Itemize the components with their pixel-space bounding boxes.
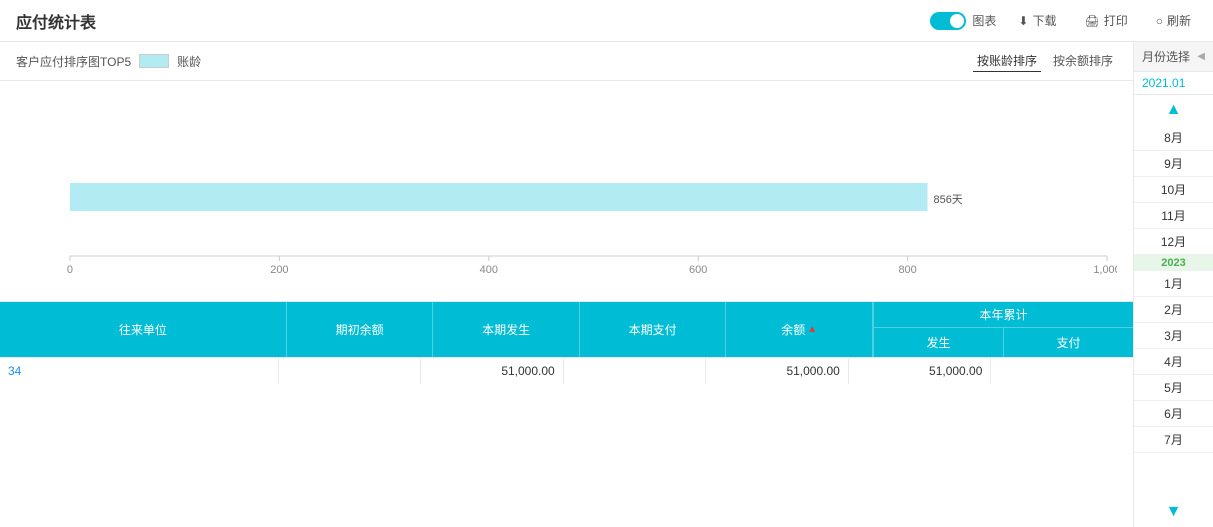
chart-toggle-label: 图表 [972, 12, 996, 29]
td-opening-balance [279, 358, 422, 384]
sidebar-month-7[interactable]: 7月 [1134, 427, 1213, 453]
th-unit: 往来单位 [0, 302, 287, 357]
print-button[interactable]: 🖨 打印 [1078, 10, 1133, 31]
td-ytd-occur: 51,000.00 [849, 358, 992, 384]
svg-text:1,000: 1,000 [1093, 264, 1117, 276]
sidebar-month-11[interactable]: 11月 [1134, 203, 1213, 229]
chart-legend: 客户应付排序图TOP5 账龄 [16, 53, 201, 70]
sidebar-month-8[interactable]: 8月 [1134, 125, 1213, 151]
td-unit: 34 [0, 358, 279, 384]
chart-canvas: 34 856天 0 200 400 [0, 81, 1133, 301]
print-icon: 🖨 [1084, 14, 1099, 28]
table-area: 往来单位 期初余额 本期发生 本期支付 余额 ▲ 本年累计 发生 支付 [0, 301, 1133, 384]
th-ytd-pay: 支付 [1004, 328, 1133, 357]
sidebar-panel: 月份选择 ◀ 2021.01 ▲ 8月 9月 10月 11月 12月 2023 … [1133, 42, 1213, 527]
sidebar-month-1[interactable]: 1月 [1134, 271, 1213, 297]
sidebar-title-label: 月份选择 [1142, 48, 1190, 65]
chart-bar [70, 183, 928, 211]
chart-toggle-wrap[interactable]: 图表 [930, 12, 996, 30]
svg-text:856天: 856天 [934, 194, 963, 206]
sort-by-balance-button[interactable]: 按余额排序 [1049, 50, 1117, 72]
th-ytd-label: 本年累计 [874, 302, 1133, 328]
th-ytd-occur: 发生 [874, 328, 1004, 357]
sidebar-collapse-icon[interactable]: ◀ [1197, 51, 1205, 62]
th-ytd-sub: 发生 支付 [874, 328, 1133, 357]
refresh-button[interactable]: ○ 刷新 [1150, 10, 1197, 31]
sidebar-year-2023: 2023 [1134, 255, 1213, 271]
sidebar-header: 月份选择 ◀ [1134, 42, 1213, 72]
legend-color-label: 账龄 [177, 53, 201, 70]
unit-link[interactable]: 34 [8, 364, 21, 378]
sidebar-month-9[interactable]: 9月 [1134, 151, 1213, 177]
month-down-button[interactable]: ▼ [1158, 501, 1190, 523]
svg-text:200: 200 [270, 264, 288, 276]
th-current-pay: 本期支付 [580, 302, 727, 357]
sidebar-month-2[interactable]: 2月 [1134, 297, 1213, 323]
balance-flag-icon: ▲ [807, 324, 817, 335]
th-balance: 余额 ▲ [726, 302, 873, 357]
sidebar-month-6[interactable]: 6月 [1134, 401, 1213, 427]
sidebar-nav-down[interactable]: ▼ [1134, 497, 1213, 527]
svg-text:600: 600 [689, 264, 707, 276]
download-button[interactable]: ⬇ 下载 [1012, 10, 1062, 31]
chart-toggle[interactable] [930, 12, 966, 30]
svg-text:800: 800 [898, 264, 916, 276]
sort-buttons: 按账龄排序 按余额排序 [973, 50, 1117, 72]
sidebar-month-12[interactable]: 12月 [1134, 229, 1213, 255]
header-actions: 图表 ⬇ 下载 🖨 打印 ○ 刷新 [930, 10, 1197, 31]
sort-by-age-button[interactable]: 按账龄排序 [973, 50, 1041, 72]
sidebar-month-3[interactable]: 3月 [1134, 323, 1213, 349]
svg-text:0: 0 [67, 264, 73, 276]
legend-title: 客户应付排序图TOP5 [16, 53, 131, 70]
th-current-occur: 本期发生 [433, 302, 580, 357]
td-balance: 51,000.00 [706, 358, 849, 384]
sidebar-month-5[interactable]: 5月 [1134, 375, 1213, 401]
td-ytd-pay [991, 358, 1133, 384]
legend-color-box [139, 54, 169, 68]
month-up-button[interactable]: ▲ [1158, 99, 1190, 121]
sidebar-month-10[interactable]: 10月 [1134, 177, 1213, 203]
sidebar-month-4[interactable]: 4月 [1134, 349, 1213, 375]
sidebar-nav-up[interactable]: ▲ [1134, 95, 1213, 125]
table-row: 34 51,000.00 51,000.00 51,000.00 [0, 357, 1133, 384]
refresh-icon: ○ [1156, 14, 1163, 28]
th-ytd-group: 本年累计 发生 支付 [873, 302, 1133, 357]
th-opening-balance: 期初余额 [287, 302, 434, 357]
svg-text:400: 400 [480, 264, 498, 276]
page-title: 应付统计表 [16, 9, 96, 33]
td-current-pay [564, 358, 707, 384]
chart-svg: 34 856天 0 200 400 [60, 91, 1117, 291]
download-icon: ⬇ [1018, 14, 1028, 28]
chart-top-bar: 客户应付排序图TOP5 账龄 按账龄排序 按余额排序 [0, 42, 1133, 81]
sidebar-months-list: 8月 9月 10月 11月 12月 2023 1月 2月 3月 4月 5月 6月… [1134, 125, 1213, 497]
td-current-occur: 51,000.00 [421, 358, 564, 384]
sidebar-year-display: 2021.01 [1134, 72, 1213, 95]
table-header: 往来单位 期初余额 本期发生 本期支付 余额 ▲ 本年累计 发生 支付 [0, 302, 1133, 357]
